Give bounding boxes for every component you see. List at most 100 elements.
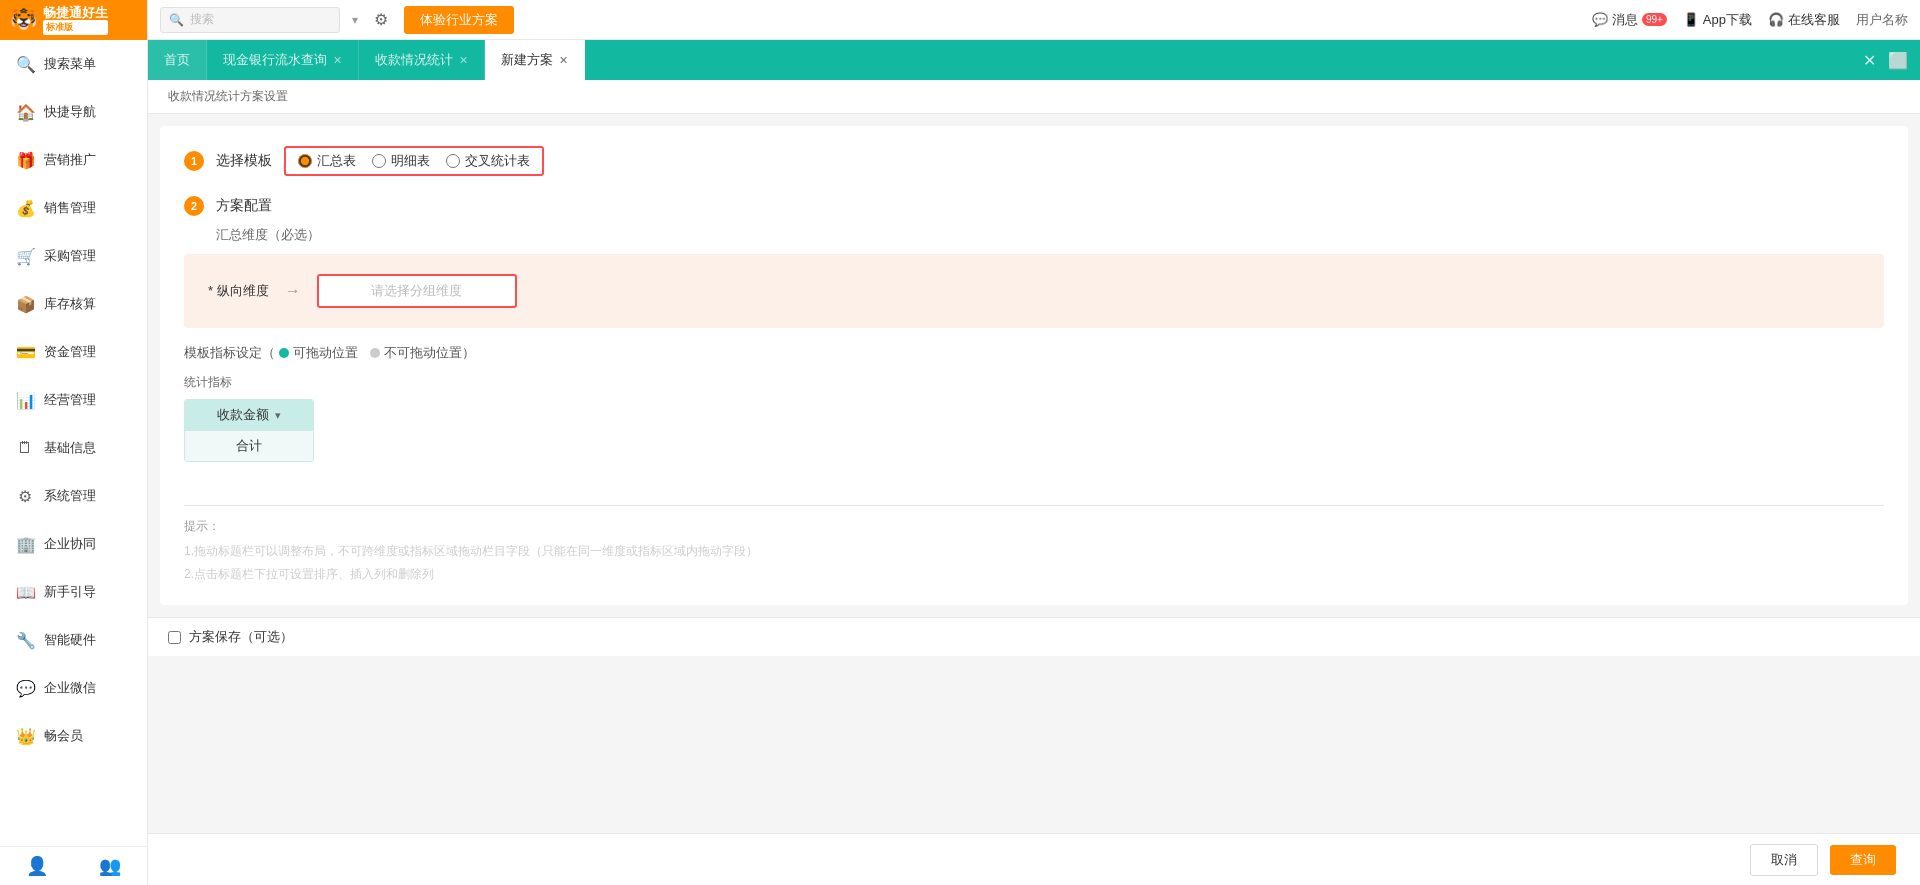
sidebar-item-label: 新手引导 xyxy=(44,583,96,601)
notifications-badge: 99+ xyxy=(1642,13,1667,26)
radio-summary-input[interactable] xyxy=(298,154,312,168)
dim-arrow-icon: → xyxy=(285,282,301,300)
tab-receipt-stats[interactable]: 收款情况统计 ✕ xyxy=(359,40,485,80)
tips-item-1: 1.拖动标题栏可以调整布局，不可跨维度或指标区域拖动栏目字段（只能在同一维度或指… xyxy=(184,543,1884,560)
sidebar-item-label: 经营管理 xyxy=(44,391,96,409)
tab-new-plan[interactable]: 新建方案 ✕ xyxy=(485,40,585,80)
plan-save-row: 方案保存（可选） xyxy=(148,617,1920,656)
notifications-btn[interactable]: 💬 消息 99+ xyxy=(1592,11,1667,29)
bell-icon: 💬 xyxy=(1592,12,1608,27)
tab-new-plan-close-icon[interactable]: ✕ xyxy=(559,54,568,67)
sidebar-item-enterprise[interactable]: 🏢 企业协同 xyxy=(0,520,147,568)
doc-icon: 🗒 xyxy=(16,439,34,457)
maximize-icon[interactable]: ⬜ xyxy=(1888,51,1908,70)
query-button[interactable]: 查询 xyxy=(1830,845,1896,875)
non-draggable-toggle-dot xyxy=(370,348,380,358)
footer-bar: 取消 查询 xyxy=(148,833,1920,885)
sidebar-item-basic-info[interactable]: 🗒 基础信息 xyxy=(0,424,147,472)
page-content: 收款情况统计方案设置 1 选择模板 汇总表 明细表 xyxy=(148,80,1920,833)
sidebar-bottom: 👤 👥 xyxy=(0,846,147,885)
search-box: 🔍 搜索 xyxy=(160,7,340,33)
dim-select-box[interactable]: 请选择分组维度 xyxy=(317,274,517,308)
tab-receipt-stats-close-icon[interactable]: ✕ xyxy=(459,54,468,67)
sidebar-item-label: 企业协同 xyxy=(44,535,96,553)
window-controls: ✕ ⬜ xyxy=(1851,40,1920,80)
sidebar-item-member[interactable]: 👑 畅会员 xyxy=(0,712,147,760)
metrics-config-label-text: 模板指标设定（ xyxy=(184,344,275,362)
step1-row: 1 选择模板 汇总表 明细表 交叉统计表 xyxy=(184,146,1884,176)
radio-detail-input[interactable] xyxy=(372,154,386,168)
metrics-section: 统计指标 收款金额 ▾ 合计 xyxy=(184,374,1884,465)
sidebar-item-label: 智能硬件 xyxy=(44,631,96,649)
sidebar-item-label: 销售管理 xyxy=(44,199,96,217)
sidebar-item-quick-nav[interactable]: 🏠 快捷导航 xyxy=(0,88,147,136)
chart-icon: 📊 xyxy=(16,391,34,410)
metrics-header-dropdown-icon[interactable]: ▾ xyxy=(275,409,281,422)
sidebar-bottom-avatar1[interactable]: 👤 xyxy=(26,855,48,877)
plan-save-label: 方案保存（可选） xyxy=(189,628,293,646)
metrics-config-row: 模板指标设定（ 可拖动位置 不可拖动位置） xyxy=(184,344,1884,362)
sidebar-item-guide[interactable]: 📖 新手引导 xyxy=(0,568,147,616)
tips-area: 提示： 1.拖动标题栏可以调整布局，不可跨维度或指标区域拖动栏目字段（只能在同一… xyxy=(184,481,1884,585)
radio-detail[interactable]: 明细表 xyxy=(372,152,430,170)
settings-gear-icon[interactable]: ⚙ xyxy=(370,6,392,33)
draggable-toggle-dot xyxy=(279,348,289,358)
tab-home-label: 首页 xyxy=(164,51,190,69)
gift-icon: 🎁 xyxy=(16,151,34,170)
book-icon: 📖 xyxy=(16,583,34,602)
sidebar-item-label: 畅会员 xyxy=(44,727,83,745)
tab-bank-flow-close-icon[interactable]: ✕ xyxy=(333,54,342,67)
sidebar-item-marketing[interactable]: 🎁 营销推广 xyxy=(0,136,147,184)
sidebar-item-search-menu[interactable]: 🔍 搜索菜单 xyxy=(0,40,147,88)
dropdown-arrow-icon[interactable]: ▾ xyxy=(352,13,358,27)
support-label: 在线客服 xyxy=(1788,11,1840,29)
step1-label: 选择模板 xyxy=(216,152,272,170)
sub-content: 收款情况统计方案设置 1 选择模板 汇总表 明细表 xyxy=(148,80,1920,885)
sidebar-item-operations[interactable]: 📊 经营管理 xyxy=(0,376,147,424)
logo-badge: 标准版 xyxy=(43,20,108,35)
users-icon: 👥 xyxy=(99,855,121,877)
tab-receipt-stats-label: 收款情况统计 xyxy=(375,51,453,69)
sidebar-item-finance[interactable]: 💳 资金管理 xyxy=(0,328,147,376)
plan-save-checkbox[interactable] xyxy=(168,631,181,644)
app-download-btn[interactable]: 📱 App下载 xyxy=(1683,11,1752,29)
tab-bank-flow[interactable]: 现金银行流水查询 ✕ xyxy=(207,40,359,80)
template-select-area: 汇总表 明细表 交叉统计表 xyxy=(284,146,544,176)
sidebar-item-label: 快捷导航 xyxy=(44,103,96,121)
dim-row: * 纵向维度 → 请选择分组维度 xyxy=(208,274,1860,308)
radio-cross[interactable]: 交叉统计表 xyxy=(446,152,530,170)
tips-item-2: 2.点击标题栏下拉可设置排序、插入列和删除列 xyxy=(184,566,1884,583)
metrics-table-cell: 合计 xyxy=(185,430,313,461)
cart-icon: 🛒 xyxy=(16,247,34,266)
sidebar-item-sales[interactable]: 💰 销售管理 xyxy=(0,184,147,232)
user-icon: 👤 xyxy=(26,855,48,877)
draggable-label-text: 可拖动位置 xyxy=(293,344,358,362)
metrics-table-header: 收款金额 ▾ xyxy=(185,400,313,430)
radio-cross-label: 交叉统计表 xyxy=(465,152,530,170)
sidebar-item-system[interactable]: ⚙ 系统管理 xyxy=(0,472,147,520)
tab-new-plan-label: 新建方案 xyxy=(501,51,553,69)
main-area: 🔍 搜索 ▾ ⚙ 体验行业方案 💬 消息 99+ 📱 App下载 🎧 在线客服 … xyxy=(148,0,1920,885)
sidebar-item-label: 资金管理 xyxy=(44,343,96,361)
tab-bank-flow-label: 现金银行流水查询 xyxy=(223,51,327,69)
radio-cross-input[interactable] xyxy=(446,154,460,168)
headset-icon: 🎧 xyxy=(1768,12,1784,27)
sidebar-item-purchase[interactable]: 🛒 采购管理 xyxy=(0,232,147,280)
box-icon: 📦 xyxy=(16,295,34,314)
support-btn[interactable]: 🎧 在线客服 xyxy=(1768,11,1840,29)
cancel-button[interactable]: 取消 xyxy=(1750,844,1818,876)
search-menu-icon: 🔍 xyxy=(16,55,34,74)
search-placeholder-text: 搜索 xyxy=(190,11,214,28)
radio-detail-label: 明细表 xyxy=(391,152,430,170)
topbar: 🔍 搜索 ▾ ⚙ 体验行业方案 💬 消息 99+ 📱 App下载 🎧 在线客服 … xyxy=(148,0,1920,40)
close-window-icon[interactable]: ✕ xyxy=(1863,51,1876,70)
sidebar-item-hardware[interactable]: 🔧 智能硬件 xyxy=(0,616,147,664)
trial-btn[interactable]: 体验行业方案 xyxy=(404,6,514,34)
radio-summary[interactable]: 汇总表 xyxy=(298,152,356,170)
sidebar-item-wechat[interactable]: 💬 企业微信 xyxy=(0,664,147,712)
tab-home[interactable]: 首页 xyxy=(148,40,207,80)
sidebar-item-inventory[interactable]: 📦 库存核算 xyxy=(0,280,147,328)
sidebar-bottom-avatar2[interactable]: 👥 xyxy=(99,855,121,877)
topbar-right: 💬 消息 99+ 📱 App下载 🎧 在线客服 用户名称 xyxy=(1592,11,1908,29)
metrics-header-text: 收款金额 xyxy=(217,406,269,424)
